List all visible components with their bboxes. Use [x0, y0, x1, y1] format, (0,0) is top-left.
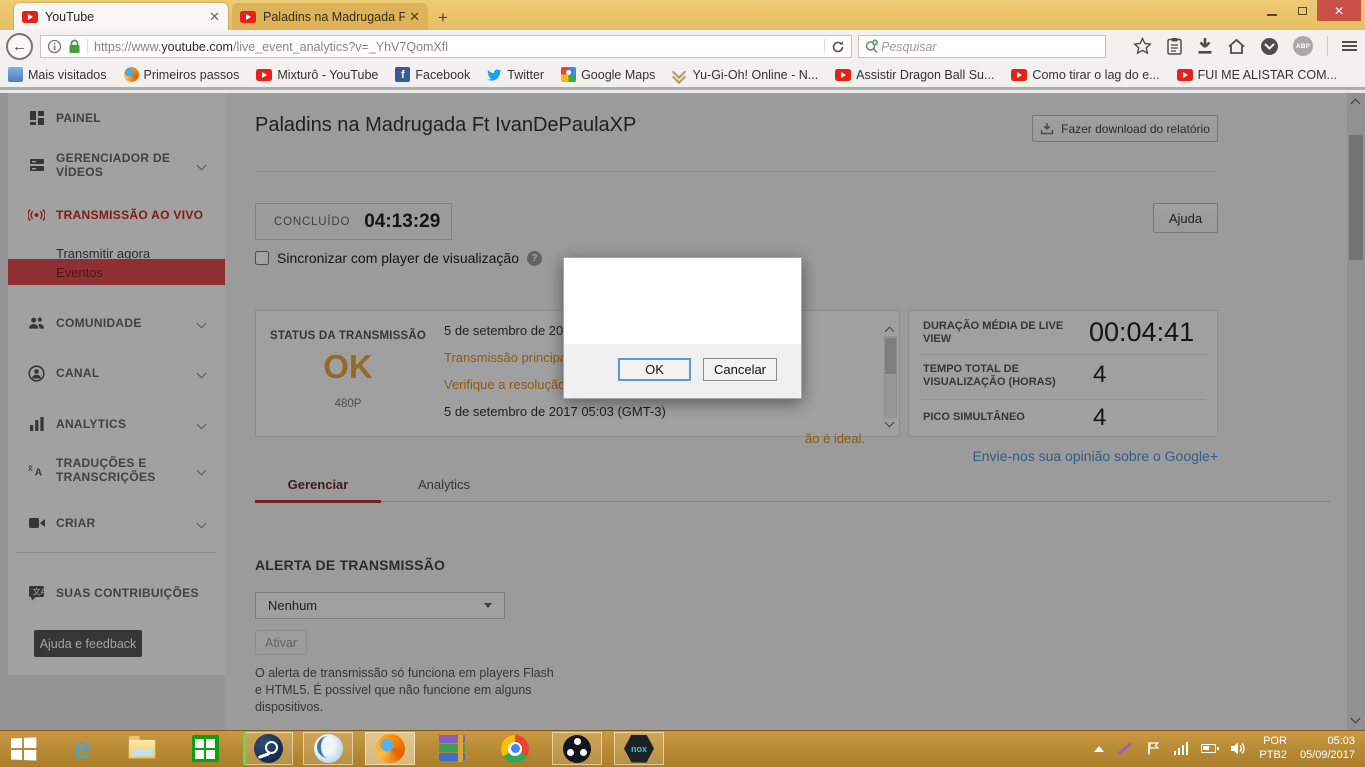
- bookmark-fui-me-alistar[interactable]: FUI ME ALISTAR COM...: [1176, 68, 1337, 82]
- firefox-icon: [123, 67, 139, 82]
- downloads-icon[interactable]: [1197, 37, 1213, 55]
- url-scheme: https://www.: [94, 39, 162, 54]
- minimize-button[interactable]: [1257, 0, 1287, 22]
- youtube-favicon-icon: [22, 10, 38, 23]
- toolbar-separator: [1327, 36, 1328, 56]
- urlbar-separator: [824, 39, 825, 54]
- battery-icon[interactable]: [1201, 744, 1220, 753]
- winrar-icon: [439, 735, 465, 762]
- bookmark-como-tirar-lag[interactable]: Como tirar o lag do e...: [1011, 68, 1160, 82]
- menu-hamburger-icon[interactable]: [1342, 39, 1357, 53]
- volume-icon[interactable]: [1229, 741, 1246, 756]
- secure-lock-icon[interactable]: [68, 39, 81, 54]
- taskbar-steam[interactable]: [243, 732, 293, 765]
- file-explorer-icon: [128, 735, 156, 759]
- bookmark-mais-visitados[interactable]: Mais visitados: [8, 67, 107, 82]
- bookmark-star-icon[interactable]: [1133, 36, 1152, 56]
- twitter-icon: [487, 69, 502, 81]
- hidden-icons-chevron-icon[interactable]: [1093, 745, 1104, 752]
- url-bar[interactable]: https://www. youtube.com/live_event_analy…: [40, 35, 852, 58]
- taskbar-chrome[interactable]: [490, 732, 540, 765]
- most-visited-icon: [8, 67, 23, 82]
- google-maps-icon: [561, 67, 577, 82]
- youtube-icon: [835, 68, 852, 81]
- taskbar-internet-explorer[interactable]: e: [57, 732, 107, 765]
- language-indicator[interactable]: POR PTB2: [1259, 735, 1287, 762]
- bookmark-dragon-ball[interactable]: Assistir Dragon Ball Su...: [835, 68, 994, 82]
- clock[interactable]: 05:03 05/09/2017: [1300, 735, 1355, 762]
- bookmark-facebook[interactable]: f Facebook: [395, 67, 470, 82]
- confirm-dialog: OK Cancelar: [563, 257, 802, 399]
- windows-store-icon: [191, 735, 219, 762]
- bookmarks-bar: Mais visitados Primeiros passos Mixturô …: [0, 62, 1365, 90]
- pen-tray-icon[interactable]: [1117, 742, 1133, 755]
- bookmark-mixturo-youtube[interactable]: Mixturô - YouTube: [256, 68, 378, 82]
- taskbar-file-explorer[interactable]: [117, 732, 167, 765]
- taskbar-winrar[interactable]: [427, 732, 477, 765]
- modal-dim-overlay: [0, 93, 1365, 730]
- urlbar-separator: [87, 39, 88, 54]
- browser-titlebar: YouTube ✕ Paladins na Madrugada Ft Iv ✕ …: [0, 0, 1365, 30]
- steam-icon: [253, 734, 283, 763]
- navbar-icons: ABP: [1133, 30, 1357, 62]
- youtube-icon: [1011, 68, 1028, 81]
- taskbar-windows-store[interactable]: [180, 732, 230, 765]
- search-box[interactable]: [858, 35, 1106, 58]
- taskbar-nox-player[interactable]: nox: [614, 732, 664, 765]
- system-tray: POR PTB2 05:03 05/09/2017: [1093, 730, 1365, 767]
- info-icon[interactable]: [47, 39, 62, 54]
- search-icon[interactable]: [864, 39, 881, 54]
- youtube-icon: [256, 68, 273, 81]
- daemon-tools-icon: [313, 734, 343, 763]
- tab-title: YouTube: [45, 9, 95, 24]
- bookmark-twitter[interactable]: Twitter: [487, 68, 544, 82]
- youtube-icon: [1176, 68, 1193, 81]
- youtube-favicon-icon: [240, 10, 256, 23]
- page-content: PAINEL GERENCIADOR DE VÍDEOS TRANSMISSÃO…: [0, 93, 1365, 730]
- home-icon[interactable]: [1227, 38, 1246, 55]
- action-center-flag-icon[interactable]: [1146, 741, 1161, 756]
- ok-button[interactable]: OK: [618, 358, 691, 381]
- adblock-icon[interactable]: ABP: [1293, 36, 1313, 56]
- taskbar-firefox-active[interactable]: [365, 732, 415, 765]
- facebook-icon: f: [395, 67, 411, 82]
- start-button[interactable]: [11, 737, 37, 761]
- new-tab-button[interactable]: +: [438, 8, 448, 28]
- chrome-icon: [501, 734, 529, 763]
- pocket-icon[interactable]: [1260, 37, 1279, 56]
- url-domain: youtube.com: [161, 39, 233, 54]
- tab-title: Paladins na Madrugada Ft Iv: [263, 9, 406, 24]
- window-controls: ✕: [1257, 0, 1361, 22]
- browser-tab-youtube[interactable]: YouTube ✕: [14, 3, 228, 30]
- taskbar-daemon-tools[interactable]: [303, 732, 353, 765]
- bookmark-google-maps[interactable]: Google Maps: [561, 67, 655, 82]
- obs-studio-icon: [563, 734, 591, 763]
- yugioh-icon: [672, 67, 687, 82]
- tab-close-icon[interactable]: ✕: [209, 9, 220, 25]
- back-button[interactable]: ←: [6, 33, 33, 60]
- url-path: /live_event_analytics?v=_YhV7QomXfl: [232, 39, 449, 54]
- bookmarks-list-icon[interactable]: [1166, 37, 1183, 56]
- close-button[interactable]: ✕: [1317, 0, 1361, 21]
- internet-explorer-icon: e: [73, 731, 91, 765]
- bookmark-primeiros-passos[interactable]: Primeiros passos: [123, 67, 239, 82]
- tab-close-icon[interactable]: ✕: [409, 9, 420, 25]
- nox-player-icon: nox: [624, 734, 654, 763]
- bookmark-yugioh[interactable]: Yu-Gi-Oh! Online - N...: [672, 67, 818, 82]
- restore-button[interactable]: [1287, 0, 1317, 22]
- cancel-button[interactable]: Cancelar: [703, 358, 777, 381]
- dialog-footer: OK Cancelar: [564, 344, 801, 398]
- browser-tab-paladins[interactable]: Paladins na Madrugada Ft Iv ✕: [232, 3, 428, 30]
- network-signal-icon[interactable]: [1173, 742, 1189, 755]
- reload-icon[interactable]: [831, 40, 845, 54]
- screen: YouTube ✕ Paladins na Madrugada Ft Iv ✕ …: [0, 0, 1365, 767]
- search-input[interactable]: [881, 39, 1100, 54]
- firefox-icon: [375, 734, 405, 763]
- taskbar-obs-studio[interactable]: [552, 732, 602, 765]
